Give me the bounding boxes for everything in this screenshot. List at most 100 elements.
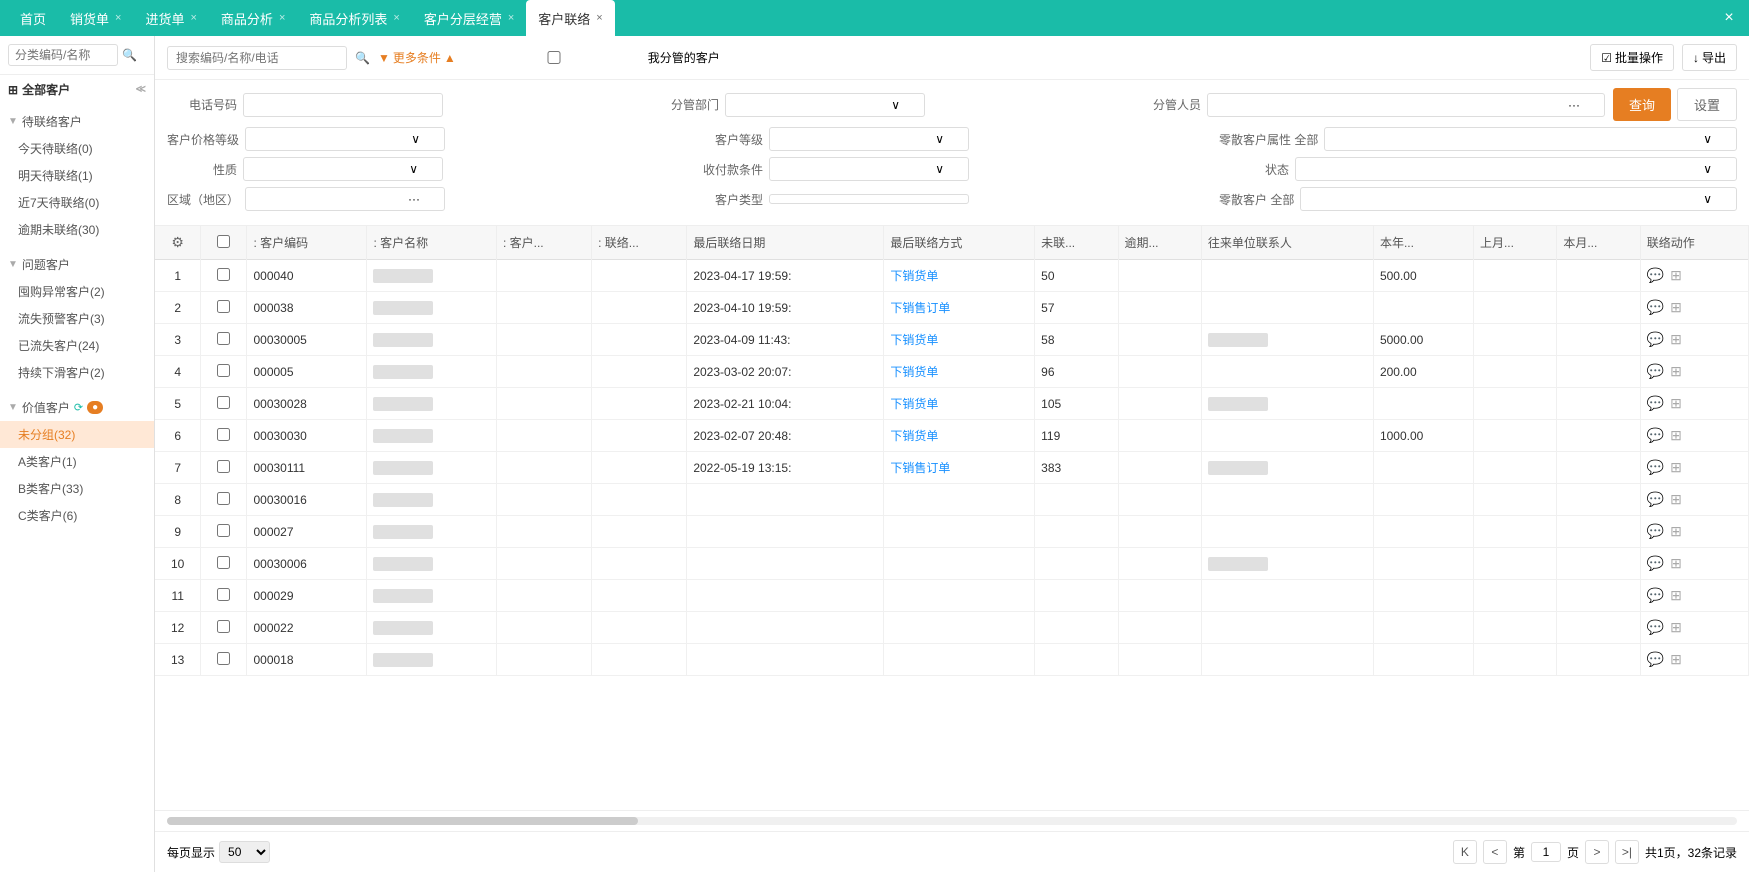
region-select[interactable]: ··· xyxy=(245,187,445,211)
grid-action-icon[interactable]: ⊞ xyxy=(1670,651,1682,668)
window-close-button[interactable]: × xyxy=(1717,6,1741,30)
row-select-checkbox[interactable] xyxy=(217,332,230,345)
comment-icon[interactable]: 💬 xyxy=(1647,267,1664,284)
manager-more-icon[interactable]: ··· xyxy=(1568,98,1580,112)
my-customers-checkbox[interactable]: 我分管的客户 xyxy=(464,49,720,66)
comment-icon[interactable]: 💬 xyxy=(1647,459,1664,476)
close-customer-contact-icon[interactable]: × xyxy=(596,12,602,24)
row-select-checkbox[interactable] xyxy=(217,428,230,441)
payment-select[interactable]: ∨ xyxy=(769,157,969,181)
row-select-checkbox[interactable] xyxy=(217,492,230,505)
sidebar-item-class-a[interactable]: A类客户(1) xyxy=(0,448,154,475)
nav-tab-sales[interactable]: 销货单 × xyxy=(58,0,133,36)
retail-cust-select[interactable]: ∨ xyxy=(1300,187,1737,211)
close-customer-tier-icon[interactable]: × xyxy=(508,12,514,24)
sidebar-item-ungroup[interactable]: 未分组(32) xyxy=(0,421,154,448)
sidebar-search-input[interactable] xyxy=(8,44,118,66)
last-page-button[interactable]: >| xyxy=(1615,840,1639,864)
row-select-checkbox[interactable] xyxy=(217,396,230,409)
sidebar-item-churned[interactable]: 已流失客户(24) xyxy=(0,332,154,359)
grid-action-icon[interactable]: ⊞ xyxy=(1670,555,1682,572)
contact-method-link[interactable]: 下销售订单 xyxy=(890,461,950,475)
sidebar-collapse-icon[interactable]: ≪ xyxy=(136,84,146,95)
comment-icon[interactable]: 💬 xyxy=(1647,299,1664,316)
region-more-icon[interactable]: ··· xyxy=(408,192,420,206)
sidebar-problem-title[interactable]: ▼ 问题客户 xyxy=(0,251,154,278)
my-customers-check[interactable] xyxy=(464,51,644,64)
grid-action-icon[interactable]: ⊞ xyxy=(1670,587,1682,604)
sidebar-item-today[interactable]: 今天待联络(0) xyxy=(0,135,154,162)
row-select-checkbox[interactable] xyxy=(217,556,230,569)
grid-action-icon[interactable]: ⊞ xyxy=(1670,619,1682,636)
settings-icon[interactable]: ⚙ xyxy=(171,234,184,250)
price-grade-select[interactable]: ∨ xyxy=(245,127,445,151)
refresh-icon[interactable]: ⟳ xyxy=(74,401,83,414)
contact-method-link[interactable]: 下销货单 xyxy=(890,429,938,443)
contact-method-link[interactable]: 下销货单 xyxy=(890,365,938,379)
comment-icon[interactable]: 💬 xyxy=(1647,587,1664,604)
grid-action-icon[interactable]: ⊞ xyxy=(1670,299,1682,316)
close-product-list-icon[interactable]: × xyxy=(393,12,399,24)
contact-method-link[interactable]: 下销售订单 xyxy=(890,301,950,315)
comment-icon[interactable]: 💬 xyxy=(1647,395,1664,412)
row-select-checkbox[interactable] xyxy=(217,588,230,601)
row-select-checkbox[interactable] xyxy=(217,620,230,633)
comment-icon[interactable]: 💬 xyxy=(1647,555,1664,572)
first-page-button[interactable]: K xyxy=(1453,840,1477,864)
search-button-icon[interactable]: 🔍 xyxy=(355,51,370,65)
select-all-checkbox[interactable] xyxy=(217,235,230,248)
sidebar-item-hoarding[interactable]: 囤购异常客户(2) xyxy=(0,278,154,305)
grid-action-icon[interactable]: ⊞ xyxy=(1670,395,1682,412)
nav-tab-home[interactable]: 首页 xyxy=(8,0,58,36)
sidebar-item-tomorrow[interactable]: 明天待联络(1) xyxy=(0,162,154,189)
grid-action-icon[interactable]: ⊞ xyxy=(1670,427,1682,444)
comment-icon[interactable]: 💬 xyxy=(1647,619,1664,636)
sidebar-item-overdue[interactable]: 逾期未联络(30) xyxy=(0,216,154,243)
row-select-checkbox[interactable] xyxy=(217,524,230,537)
sidebar-item-class-c[interactable]: C类客户(6) xyxy=(0,502,154,529)
nav-tab-customer-tier[interactable]: 客户分层经营 × xyxy=(412,0,526,36)
close-sales-icon[interactable]: × xyxy=(115,12,121,24)
sidebar-item-7days[interactable]: 近7天待联络(0) xyxy=(0,189,154,216)
sidebar-all-customers[interactable]: ⊞ 全部客户 ≪ xyxy=(0,75,154,104)
query-button[interactable]: 查询 xyxy=(1613,88,1671,121)
contact-method-link[interactable]: 下销货单 xyxy=(890,397,938,411)
search-input[interactable] xyxy=(167,46,347,70)
batch-operation-button[interactable]: ☑ 批量操作 xyxy=(1590,44,1674,71)
row-select-checkbox[interactable] xyxy=(217,652,230,665)
close-purchase-icon[interactable]: × xyxy=(190,12,196,24)
grid-action-icon[interactable]: ⊞ xyxy=(1670,523,1682,540)
page-number-input[interactable] xyxy=(1531,842,1561,862)
status-select[interactable]: ∨ xyxy=(1295,157,1737,181)
sidebar-item-declining[interactable]: 持续下滑客户(2) xyxy=(0,359,154,386)
cust-type-select[interactable] xyxy=(769,194,969,204)
row-select-checkbox[interactable] xyxy=(217,268,230,281)
contact-method-link[interactable]: 下销货单 xyxy=(890,269,938,283)
sidebar-item-class-b[interactable]: B类客户(33) xyxy=(0,475,154,502)
more-conditions-button[interactable]: ▼ 更多条件 ▲ xyxy=(378,49,456,66)
comment-icon[interactable]: 💬 xyxy=(1647,331,1664,348)
reset-button[interactable]: 设置 xyxy=(1677,88,1737,121)
horizontal-scrollbar[interactable] xyxy=(155,810,1749,831)
retail-attr-select[interactable]: ∨ xyxy=(1324,127,1737,151)
grid-action-icon[interactable]: ⊞ xyxy=(1670,459,1682,476)
comment-icon[interactable]: 💬 xyxy=(1647,491,1664,508)
nav-tab-customer-contact[interactable]: 客户联络 × xyxy=(526,0,614,36)
phone-input[interactable] xyxy=(243,93,443,117)
sidebar-item-churn-warning[interactable]: 流失预警客户(3) xyxy=(0,305,154,332)
comment-icon[interactable]: 💬 xyxy=(1647,651,1664,668)
page-size-select[interactable]: 50 100 200 xyxy=(219,841,270,863)
grid-action-icon[interactable]: ⊞ xyxy=(1670,267,1682,284)
sidebar-value-title[interactable]: ▼ 价值客户 ⟳ ● xyxy=(0,394,154,421)
grid-action-icon[interactable]: ⊞ xyxy=(1670,363,1682,380)
comment-icon[interactable]: 💬 xyxy=(1647,427,1664,444)
nav-tab-product-list[interactable]: 商品分析列表 × xyxy=(297,0,411,36)
row-select-checkbox[interactable] xyxy=(217,364,230,377)
nav-tab-product-analysis[interactable]: 商品分析 × xyxy=(209,0,297,36)
nature-select[interactable]: ∨ xyxy=(243,157,443,181)
comment-icon[interactable]: 💬 xyxy=(1647,363,1664,380)
nav-tab-purchase[interactable]: 进货单 × xyxy=(133,0,208,36)
cust-grade-select[interactable]: ∨ xyxy=(769,127,969,151)
next-page-button[interactable]: > xyxy=(1585,840,1609,864)
comment-icon[interactable]: 💬 xyxy=(1647,523,1664,540)
